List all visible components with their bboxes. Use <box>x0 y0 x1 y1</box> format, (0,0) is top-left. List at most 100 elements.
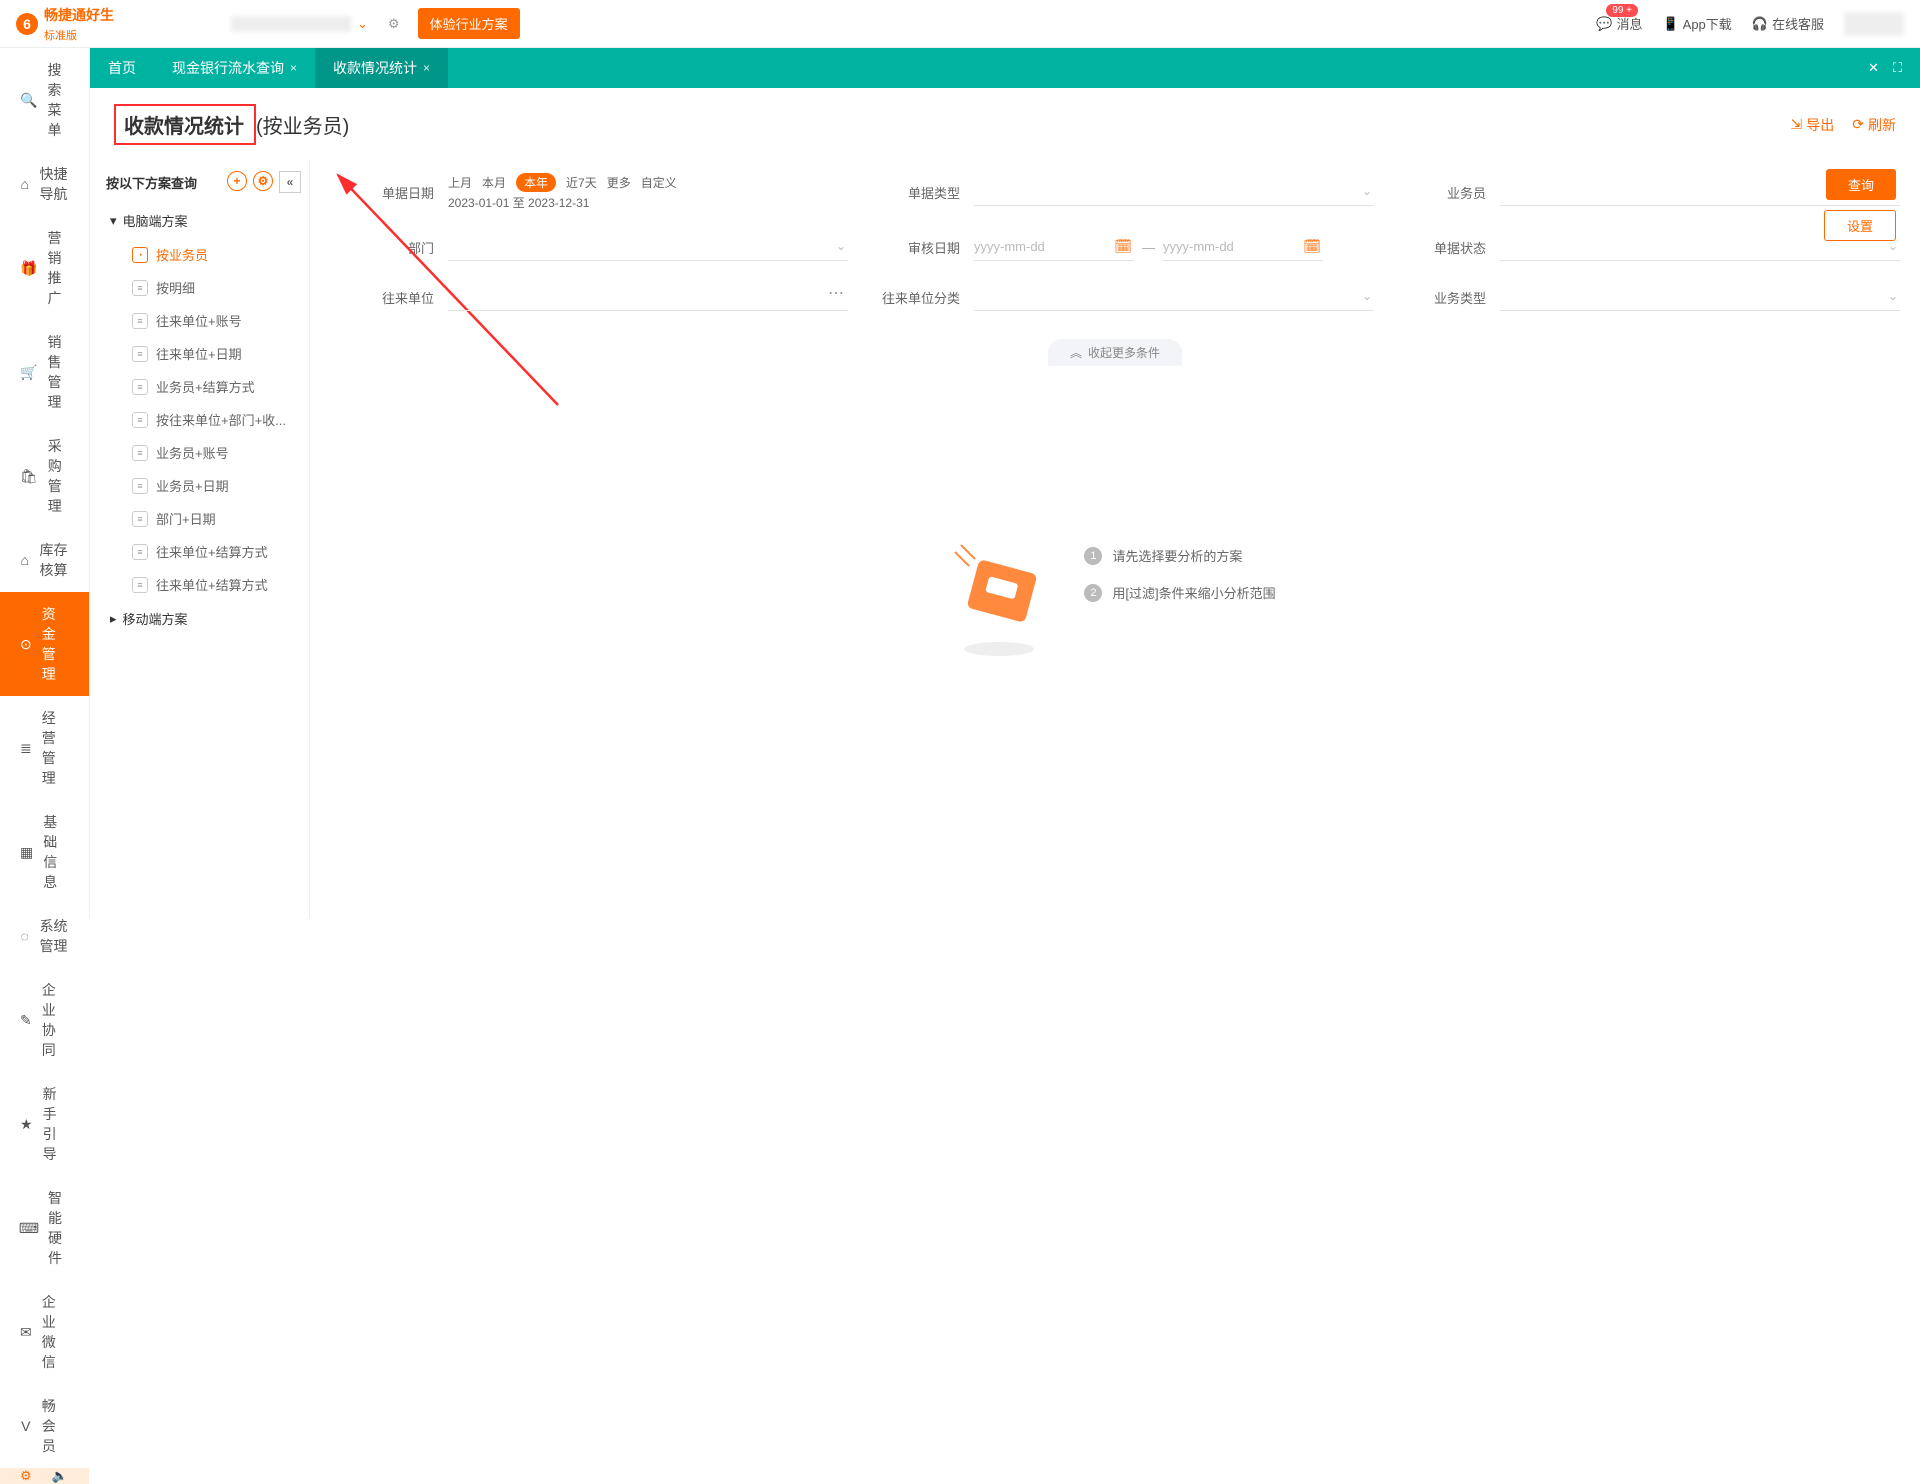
tab-expand-icon[interactable]: ⛶ <box>1893 60 1902 76</box>
sidebar-item[interactable]: ≣经营管理 <box>0 696 89 800</box>
footer-sound-icon[interactable]: 🔈 <box>52 1468 68 1484</box>
tab-label: 现金银行流水查询 <box>172 58 284 78</box>
scheme-item[interactable]: ≡业务员+结算方式 <box>106 370 301 403</box>
sidebar-item-icon: ▦ <box>20 843 33 861</box>
user-avatar[interactable] <box>1844 12 1904 36</box>
sidebar-item-icon: ⊙ <box>20 635 32 653</box>
empty-step-1: 1 请先选择要分析的方案 <box>1084 546 1275 565</box>
date-range-text: 2023-01-01 至 2023-12-31 <box>448 194 848 211</box>
sidebar-item[interactable]: 🔍搜索菜单 <box>0 48 89 152</box>
sidebar-item[interactable]: ◌系统管理 <box>0 904 89 968</box>
tab[interactable]: 收款情况统计× <box>315 48 448 88</box>
chevron-up-icon: ︽ <box>1070 344 1082 361</box>
topbar: 6 畅捷通好生 标准版 ⌄ ⚙ 体验行业方案 💬 消息 99 + 📱 App下载… <box>0 0 1920 48</box>
sidebar-item-icon: ◌ <box>20 927 29 945</box>
org-selector[interactable]: ⌄ <box>231 16 368 32</box>
refresh-button[interactable]: ⟳ 刷新 <box>1852 115 1896 135</box>
collapse-panel-button[interactable]: « <box>279 171 301 193</box>
scheme-item[interactable]: ≡按往来单位+部门+收... <box>106 403 301 436</box>
query-button[interactable]: 查询 <box>1826 169 1896 200</box>
scheme-item-label: 往来单位+日期 <box>156 344 242 363</box>
scheme-item[interactable]: ◔按业务员 <box>106 238 301 271</box>
date-preset[interactable]: 本月 <box>482 174 506 191</box>
bill-date-field[interactable]: 上月本月本年近7天更多自定义 2023-01-01 至 2023-12-31 <box>448 173 848 211</box>
dept-select[interactable]: ⌄ <box>448 233 848 261</box>
scheme-item[interactable]: ≡往来单位+日期 <box>106 337 301 370</box>
date-preset[interactable]: 本年 <box>516 173 556 192</box>
date-preset[interactable]: 自定义 <box>641 174 677 191</box>
scheme-item[interactable]: ≡部门+日期 <box>106 502 301 535</box>
export-icon: ⇲ <box>1791 116 1803 133</box>
sidebar-item-label: 库存核算 <box>39 540 69 580</box>
sidebar-item[interactable]: 🛒销售管理 <box>0 320 89 424</box>
export-button[interactable]: ⇲ 导出 <box>1791 115 1835 135</box>
scheme-item[interactable]: ≡ 往来单位+结算方式 <box>106 568 301 601</box>
sidebar-item[interactable]: ⌨智能硬件 <box>0 1176 89 1280</box>
sidebar-item-icon: ≣ <box>20 739 32 757</box>
empty-state: 1 请先选择要分析的方案 2 用[过滤]条件来缩小分析范围 <box>330 366 1900 656</box>
chevron-down-icon: ⌄ <box>357 16 368 32</box>
tab[interactable]: 首页 <box>90 48 154 88</box>
tab-close-icon[interactable]: × <box>423 61 430 75</box>
date-preset[interactable]: 近7天 <box>566 174 597 191</box>
sidebar-item-icon: 🔍 <box>20 91 37 109</box>
scheme-item-label: 往来单位+结算方式 <box>156 542 268 561</box>
footer-gear-icon[interactable]: ⚙ <box>20 1468 32 1484</box>
chevron-down-icon: ⌄ <box>1888 289 1898 303</box>
sidebar-item[interactable]: ⊙资金管理 <box>0 592 89 696</box>
scheme-item-label: 往来单位+结算方式 <box>156 575 268 594</box>
sidebar-item[interactable]: 🎁营销推广 <box>0 216 89 320</box>
audit-date-to[interactable]: yyyy-mm-dd🗓 <box>1163 233 1323 261</box>
tab-close-icon[interactable]: × <box>290 61 297 75</box>
bill-type-select[interactable]: ⌄ <box>974 178 1374 206</box>
sidebar-item-label: 销售管理 <box>47 332 69 412</box>
biz-type-select[interactable]: ⌄ <box>1500 283 1900 311</box>
support-link[interactable]: 🎧 在线客服 <box>1752 14 1824 33</box>
collapse-filters-button[interactable]: ︽ 收起更多条件 <box>1048 339 1182 366</box>
industry-plan-button[interactable]: 体验行业方案 <box>418 8 520 39</box>
sidebar-item[interactable]: 🛍采购管理 <box>0 424 89 528</box>
sidebar-item[interactable]: ▦基础信息 <box>0 800 89 904</box>
partner-select[interactable]: ⋯ <box>448 283 848 311</box>
scheme-item[interactable]: ≡按明细 <box>106 271 301 304</box>
partner-cat-select[interactable]: ⌄ <box>974 283 1374 311</box>
scheme-settings-button[interactable]: ⚙ <box>253 171 273 191</box>
messages-badge: 99 + <box>1606 4 1638 17</box>
scheme-item[interactable]: ≡往来单位+结算方式 <box>106 535 301 568</box>
robot-illustration <box>954 546 1054 656</box>
sidebar-item[interactable]: ✉企业微信 <box>0 1280 89 1384</box>
scheme-item-icon: ≡ <box>132 577 148 593</box>
sidebar-item[interactable]: ⌂库存核算 <box>0 528 89 592</box>
app-download-link[interactable]: 📱 App下载 <box>1662 14 1731 33</box>
top-settings-icon[interactable]: ⚙ <box>388 16 400 32</box>
add-scheme-button[interactable]: + <box>227 171 247 191</box>
sidebar-item-icon: ✎ <box>20 1011 32 1029</box>
label-bill-status: 单据状态 <box>1382 238 1492 257</box>
sidebar-item-icon: ⌨ <box>20 1219 38 1237</box>
message-icon: 💬 <box>1596 16 1612 32</box>
date-preset[interactable]: 更多 <box>607 174 631 191</box>
sidebar-item[interactable]: ✎企业协同 <box>0 968 89 1072</box>
sidebar-item-label: 新手引导 <box>43 1084 69 1164</box>
label-bill-date: 单据日期 <box>330 183 440 202</box>
scheme-item[interactable]: ≡业务员+日期 <box>106 469 301 502</box>
scheme-item[interactable]: ≡业务员+账号 <box>106 436 301 469</box>
sidebar-item[interactable]: V畅会员 <box>0 1384 89 1468</box>
scheme-item[interactable]: ≡往来单位+账号 <box>106 304 301 337</box>
scheme-item-icon: ≡ <box>132 412 148 428</box>
messages-link[interactable]: 💬 消息 99 + <box>1596 14 1642 33</box>
scheme-item-icon: ≡ <box>132 379 148 395</box>
tab[interactable]: 现金银行流水查询 × <box>154 48 315 88</box>
sidebar-item[interactable]: ⌂快捷导航 <box>0 152 89 216</box>
date-preset[interactable]: 上月 <box>448 174 472 191</box>
scheme-item-label: 业务员+日期 <box>156 476 229 495</box>
sidebar-item-icon: 🎁 <box>20 259 37 277</box>
sidebar-item[interactable]: ★新手引导 <box>0 1072 89 1176</box>
filter-settings-button[interactable]: 设置 <box>1824 210 1896 241</box>
sidebar-item-label: 快捷导航 <box>39 164 69 204</box>
tab-close-icon[interactable]: ✕ <box>1868 60 1879 76</box>
scheme-group[interactable]: ▸移动端方案 <box>106 601 301 636</box>
scheme-item-label: 按业务员 <box>156 245 208 264</box>
scheme-group[interactable]: ▾电脑端方案 <box>106 203 301 238</box>
audit-date-from[interactable]: yyyy-mm-dd🗓 <box>974 233 1134 261</box>
